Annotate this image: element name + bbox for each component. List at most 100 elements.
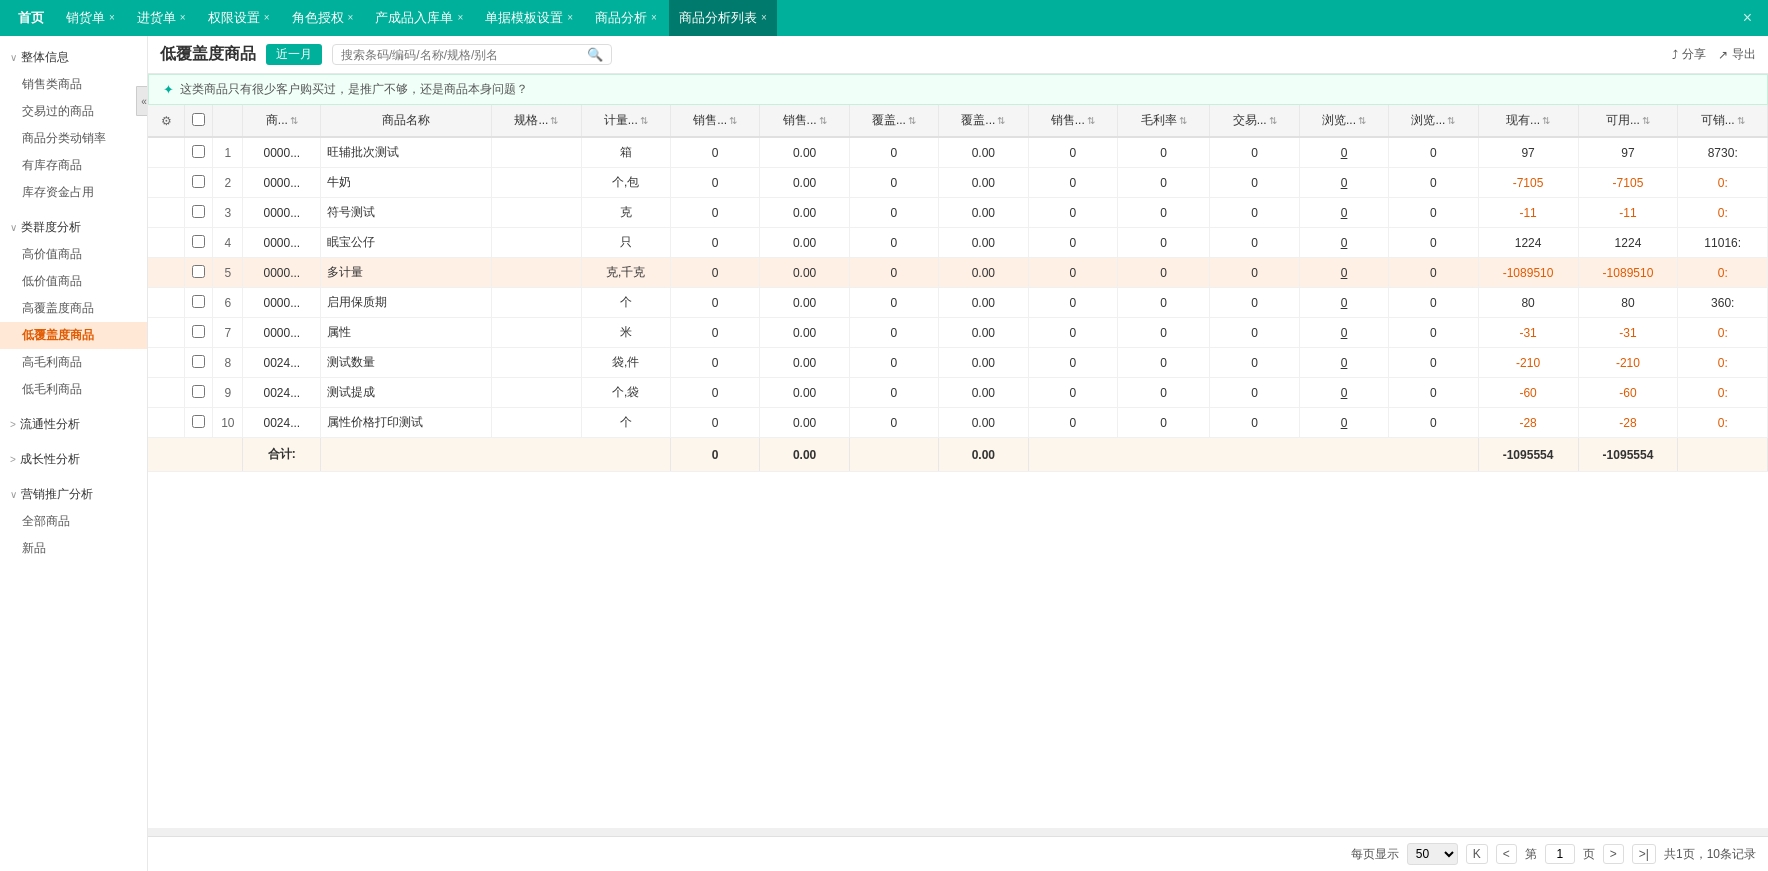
row-cover-amount: 0.00 [939,168,1028,198]
th-browse2[interactable]: 浏览...⇅ [1389,105,1478,137]
nav-close-product-analysis-list[interactable]: × [761,0,767,36]
nav-permissions[interactable]: 权限设置 × [198,0,280,36]
nav-close-product-warehousing[interactable]: × [457,0,463,36]
th-cover-amount[interactable]: 覆盖...⇅ [939,105,1028,137]
select-all-checkbox[interactable] [192,113,205,126]
row-sales-amount: 0.00 [760,198,849,228]
nav-close-sales-order[interactable]: × [109,0,115,36]
browse1-link[interactable]: 0 [1341,326,1348,340]
row-sales-amount: 0.00 [760,228,849,258]
sidebar-item-all-goods[interactable]: 全部商品 [0,508,147,535]
sidebar-item-high-coverage[interactable]: 高覆盖度商品 [0,295,147,322]
row-checkbox[interactable] [192,325,205,338]
page-size-select[interactable]: 50 100 200 [1407,843,1458,865]
nav-close-product-analysis[interactable]: × [651,0,657,36]
browse1-link[interactable]: 0 [1341,176,1348,190]
sidebar-item-high-value[interactable]: 高价值商品 [0,241,147,268]
row-transaction: 0 [1210,198,1299,228]
sidebar-item-new-goods[interactable]: 新品 [0,535,147,562]
close-all-tabs[interactable]: × [1735,9,1760,27]
row-current-stock: 97 [1478,137,1578,168]
sidebar-group-growth[interactable]: > 成长性分析 [0,446,147,473]
nav-close-permissions[interactable]: × [264,0,270,36]
nav-close-purchase-order[interactable]: × [180,0,186,36]
row-name: 启用保质期 [321,288,492,318]
nav-close-template-settings[interactable]: × [567,0,573,36]
column-settings-icon[interactable]: ⚙ [161,114,172,128]
th-available[interactable]: 可用...⇅ [1578,105,1678,137]
nav-home[interactable]: 首页 [8,0,54,36]
nav-close-role-auth[interactable]: × [348,0,354,36]
sidebar-item-high-margin[interactable]: 高毛利商品 [0,349,147,376]
sidebar-item-low-value[interactable]: 低价值商品 [0,268,147,295]
sidebar-item-low-coverage[interactable]: 低覆盖度商品 [0,322,147,349]
sidebar-group-marketing[interactable]: ∨ 营销推广分析 [0,481,147,508]
sidebar-item-category-turnover[interactable]: 商品分类动销率 [0,125,147,152]
search-icon[interactable]: 🔍 [587,47,603,62]
row-spec [492,288,581,318]
sidebar-item-sales-goods[interactable]: 销售类商品 [0,71,147,98]
row-checkbox[interactable] [192,235,205,248]
row-checkbox[interactable] [192,145,205,158]
th-current-stock[interactable]: 现有...⇅ [1478,105,1578,137]
browse1-link[interactable]: 0 [1341,416,1348,430]
nav-purchase-order[interactable]: 进货单 × [127,0,196,36]
th-unit[interactable]: 计量...⇅ [581,105,670,137]
row-checkbox[interactable] [192,205,205,218]
row-checkbox[interactable] [192,175,205,188]
nav-product-analysis[interactable]: 商品分析 × [585,0,667,36]
pagination-next[interactable]: > [1603,844,1624,864]
row-sales-amount: 0.00 [760,168,849,198]
th-sales-amount[interactable]: 销售...⇅ [760,105,849,137]
nav-product-analysis-list[interactable]: 商品分析列表 × [669,0,777,36]
th-saleable[interactable]: 可销...⇅ [1678,105,1768,137]
row-num: 2 [213,168,243,198]
th-cover-count[interactable]: 覆盖...⇅ [849,105,938,137]
th-sales-count[interactable]: 销售...⇅ [670,105,759,137]
page-number-input[interactable] [1545,844,1575,864]
sidebar-item-low-margin[interactable]: 低毛利商品 [0,376,147,403]
export-button[interactable]: ↗ 导出 [1718,46,1756,63]
sidebar-item-capital-occupation[interactable]: 库存资金占用 [0,179,147,206]
sidebar-group-cluster[interactable]: ∨ 类群度分析 [0,214,147,241]
nav-role-auth[interactable]: 角色授权 × [282,0,364,36]
browse1-link[interactable]: 0 [1341,206,1348,220]
nav-sales-order[interactable]: 销货单 × [56,0,125,36]
th-sales-qty[interactable]: 销售...⇅ [1028,105,1117,137]
horizontal-scrollbar[interactable] [148,828,1768,836]
nav-template-settings[interactable]: 单据模板设置 × [475,0,583,36]
browse1-link[interactable]: 0 [1341,386,1348,400]
th-gross-rate[interactable]: 毛利率⇅ [1117,105,1210,137]
browse1-link[interactable]: 0 [1341,236,1348,250]
row-sales-count: 0 [670,228,759,258]
row-sales-qty: 0 [1028,318,1117,348]
sidebar-group-liquidity[interactable]: > 流通性分析 [0,411,147,438]
browse1-link[interactable]: 0 [1341,146,1348,160]
th-spec[interactable]: 规格...⇅ [492,105,581,137]
nav-product-warehousing[interactable]: 产成品入库单 × [365,0,473,36]
row-checkbox[interactable] [192,265,205,278]
th-code[interactable]: 商...⇅ [243,105,321,137]
pagination-last[interactable]: >| [1632,844,1656,864]
share-button[interactable]: ⤴ 分享 [1672,46,1706,63]
browse1-link[interactable]: 0 [1341,356,1348,370]
time-filter-button[interactable]: 近一月 [266,44,322,65]
row-name: 属性价格打印测试 [321,408,492,438]
sidebar-group-overall[interactable]: ∨ 整体信息 [0,44,147,71]
th-browse1[interactable]: 浏览...⇅ [1299,105,1388,137]
pagination-first[interactable]: K [1466,844,1488,864]
pagination-prev[interactable]: < [1496,844,1517,864]
th-settings[interactable]: ⚙ [148,105,185,137]
browse1-link[interactable]: 0 [1341,266,1348,280]
th-name[interactable]: 商品名称 [321,105,492,137]
browse1-link[interactable]: 0 [1341,296,1348,310]
row-checkbox[interactable] [192,355,205,368]
th-transaction[interactable]: 交易...⇅ [1210,105,1299,137]
row-checkbox[interactable] [192,415,205,428]
sidebar-item-stocked-goods[interactable]: 有库存商品 [0,152,147,179]
sidebar-item-traded-goods[interactable]: 交易过的商品 [0,98,147,125]
row-checkbox[interactable] [192,385,205,398]
row-checkbox[interactable] [192,295,205,308]
search-input[interactable] [341,48,583,62]
sidebar-collapse-button[interactable]: « [136,86,148,116]
